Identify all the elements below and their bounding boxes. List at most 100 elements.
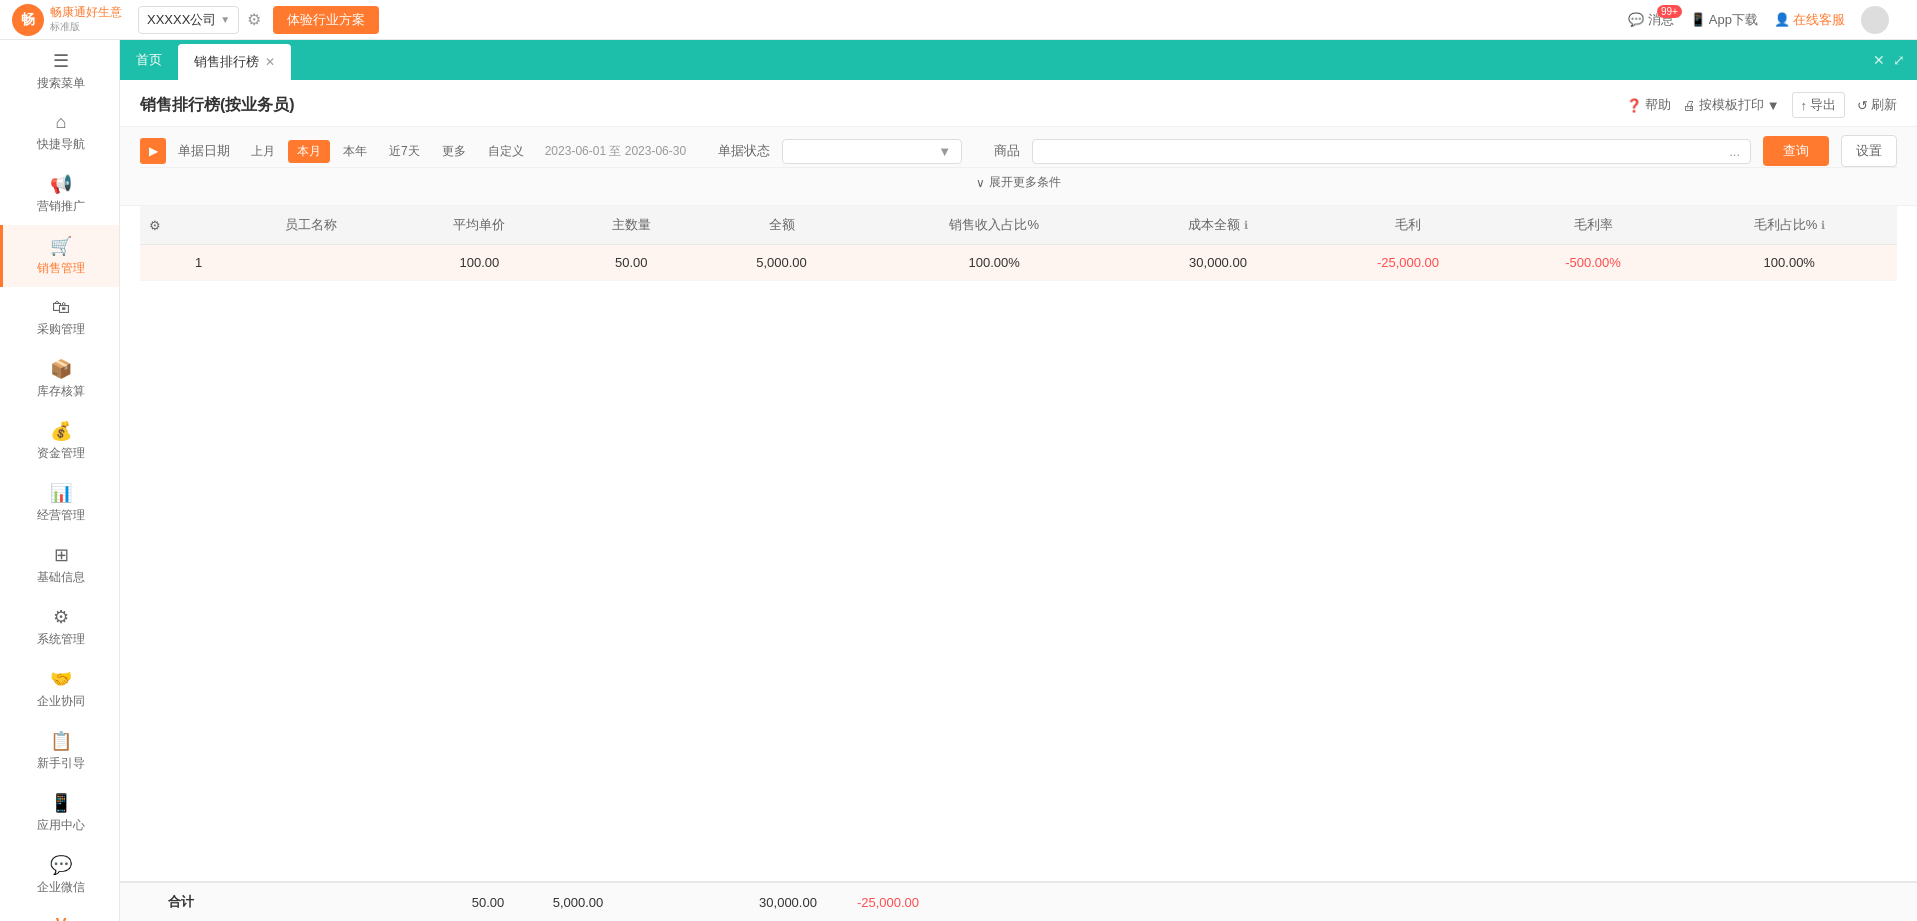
refresh-button[interactable]: ↺ 刷新 [1857,96,1897,114]
filter-collapse-btn[interactable]: ▶ [140,138,166,164]
cell-cost: 30,000.00 [1125,245,1312,281]
expand-more-btn[interactable]: ∨ 展开更多条件 [140,167,1897,197]
footer-empty-name [268,895,368,910]
goods-input[interactable]: ... [1032,139,1751,164]
cell-gross-pct: 100.00% [1682,245,1897,281]
message-area[interactable]: 💬 消息 99+ [1628,11,1674,29]
cost-info-icon[interactable]: ℹ [1244,219,1248,231]
logo-icon: 畅 [12,4,44,36]
marketing-icon: 📢 [50,173,72,195]
sidebar-label-sales: 销售管理 [37,260,85,277]
query-button[interactable]: 查询 [1763,136,1829,166]
sidebar-label-marketing: 营销推广 [37,198,85,215]
th-rank [170,206,227,245]
th-settings[interactable]: ⚙ [140,206,170,245]
trial-button[interactable]: 体验行业方案 [273,6,379,34]
logo-sub: 标准版 [50,20,122,34]
sidebar-label-quicknav: 快捷导航 [37,136,85,153]
topbar-settings-icon[interactable]: ⚙ [247,10,261,29]
cell-quantity: 50.00 [563,245,699,281]
appcenter-icon: 📱 [50,792,72,814]
page-header: 销售排行榜(按业务员) ❓ 帮助 🖨 按模板打印 ▼ ↑ 导出 [120,80,1917,126]
help-button[interactable]: ❓ 帮助 [1626,96,1671,114]
sidebar-item-sales[interactable]: 🛒 销售管理 [0,225,119,287]
footer-amount: 5,000.00 [528,895,628,910]
sidebar-item-system[interactable]: ⚙ 系统管理 [0,596,119,658]
export-button[interactable]: ↑ 导出 [1792,92,1846,118]
sidebar-item-quicknav[interactable]: ⌂ 快捷导航 [0,102,119,163]
th-sales-pct: 销售收入占比% [864,206,1125,245]
sidebar-label-search: 搜索菜单 [37,75,85,92]
footer-sales-pct [628,895,738,910]
system-icon: ⚙ [53,606,69,628]
app-icon: 📱 [1690,12,1706,27]
refresh-icon: ↺ [1857,98,1868,113]
table-header-row: ⚙ 员工名称 平均单价 主数量 全额 销售收入占比% 成本全额 ℹ 毛利 毛利率… [140,206,1897,245]
print-icon: 🖨 [1683,98,1696,113]
message-badge: 99+ [1657,5,1682,18]
home-icon: ⌂ [56,112,67,133]
table-row: 1 100.00 50.00 5,000.00 100.00% 30,000.0… [140,245,1897,281]
date-tab-custom[interactable]: 自定义 [479,140,533,163]
sidebar-item-inventory[interactable]: 📦 库存核算 [0,348,119,410]
date-tab-thisyear[interactable]: 本年 [334,140,376,163]
expand-chevron-icon: ∨ [976,176,985,190]
tab-close-all-icon[interactable]: ✕ [1873,52,1885,68]
th-name: 员工名称 [227,206,395,245]
sidebar-item-finance[interactable]: 💰 资金管理 [0,410,119,472]
tab-sales-rank-close[interactable]: ✕ [265,55,275,69]
tab-sales-rank[interactable]: 销售排行榜 ✕ [178,44,291,80]
th-gross-pct: 毛利占比% ℹ [1682,206,1897,245]
settings-side-button[interactable]: 设置 [1841,135,1897,167]
print-button[interactable]: 🖨 按模板打印 ▼ [1683,96,1780,114]
sales-icon: 🛒 [50,235,72,257]
date-tab-thismonth[interactable]: 本月 [288,140,330,163]
sidebar-label-appcenter: 应用中心 [37,817,85,834]
company-selector[interactable]: XXXXX公司 ▼ [138,6,239,34]
goods-filter-label: 商品 [994,142,1020,160]
sidebar-item-basic[interactable]: ⊞ 基础信息 [0,534,119,596]
export-icon: ↑ [1801,98,1808,113]
date-tab-lastmonth[interactable]: 上月 [242,140,284,163]
sidebar-label-inventory: 库存核算 [37,383,85,400]
cell-name [227,245,395,281]
tab-maximize-icon[interactable]: ⤢ [1893,52,1905,68]
th-amount: 全额 [699,206,864,245]
status-select[interactable]: ▼ [782,139,962,164]
online-service[interactable]: 👤 在线客服 [1774,11,1845,29]
cell-rank: 1 [170,245,227,281]
tab-home[interactable]: 首页 [120,40,178,80]
sidebar-item-search[interactable]: ☰ 搜索菜单 [0,40,119,102]
sidebar-item-appcenter[interactable]: 📱 应用中心 [0,782,119,844]
print-label: 按模板打印 [1699,96,1764,114]
user-avatar[interactable] [1861,6,1889,34]
cell-gross: -25,000.00 [1311,245,1504,281]
date-tab-7days[interactable]: 近7天 [380,140,429,163]
tab-home-label: 首页 [136,51,162,69]
sidebar-item-operation[interactable]: 📊 经营管理 [0,472,119,534]
sidebar-item-marketing[interactable]: 📢 营销推广 [0,163,119,225]
sidebar-item-vip[interactable]: V 畅会员 [0,906,119,921]
page-title: 销售排行榜(按业务员) [140,95,295,116]
grosspct-info-icon[interactable]: ℹ [1821,219,1825,231]
th-avg-price: 平均单价 [395,206,563,245]
app-download[interactable]: 📱 App下载 [1690,11,1758,29]
wechat-icon: 💬 [50,854,72,876]
sidebar-item-guide[interactable]: 📋 新手引导 [0,720,119,782]
goods-dots-icon: ... [1729,144,1740,159]
company-dropdown-arrow: ▼ [220,14,230,25]
cell-settings [140,245,170,281]
main-layout: ☰ 搜索菜单 ⌂ 快捷导航 📢 营销推广 🛒 销售管理 🛍 采购管理 📦 库存核… [0,40,1917,921]
sidebar-label-guide: 新手引导 [37,755,85,772]
sidebar-label-basic: 基础信息 [37,569,85,586]
message-icon: 💬 [1628,12,1644,27]
date-tabs: 上月 本月 本年 近7天 更多 自定义 [242,140,533,163]
sidebar-item-purchase[interactable]: 🛍 采购管理 [0,287,119,348]
sidebar-item-corp[interactable]: 🤝 企业协同 [0,658,119,720]
content-area: 首页 销售排行榜 ✕ ✕ ⤢ 销售排行榜(按业务员) ❓ 帮助 [120,40,1917,921]
date-tab-more[interactable]: 更多 [433,140,475,163]
sidebar-item-wechat[interactable]: 💬 企业微信 [0,844,119,906]
status-select-arrow: ▼ [938,144,951,159]
status-filter-label: 单据状态 [718,142,770,160]
tab-sales-rank-label: 销售排行榜 [194,53,259,71]
